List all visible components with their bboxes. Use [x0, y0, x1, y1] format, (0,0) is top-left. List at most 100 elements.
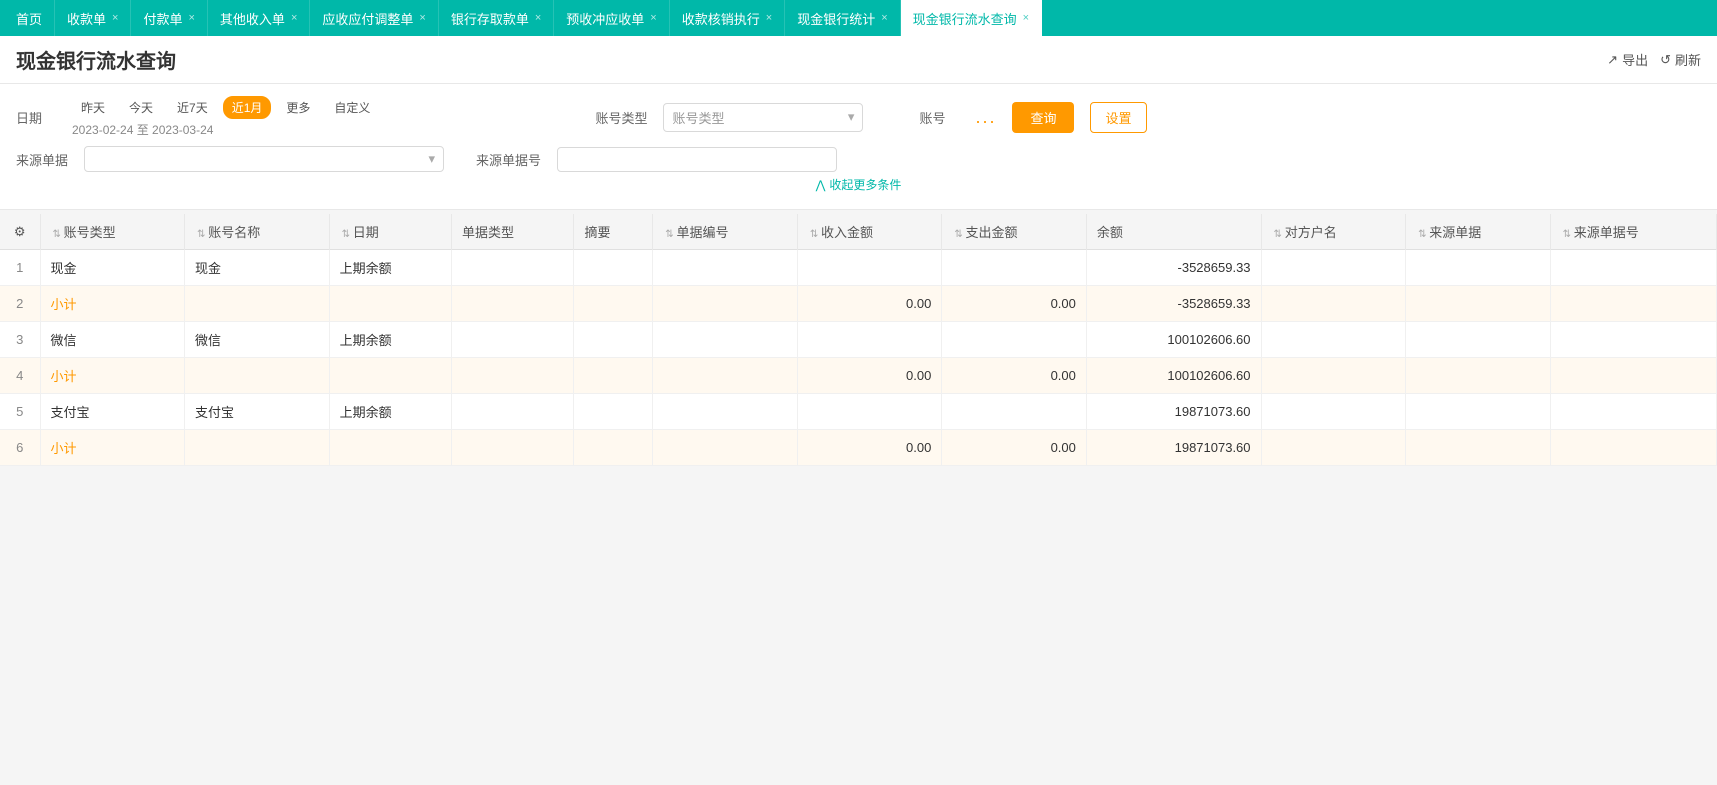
- cell-summary: [574, 250, 653, 286]
- cell-expense: [942, 394, 1087, 430]
- close-tab-icon[interactable]: ×: [291, 12, 297, 24]
- cell-doc_no: [653, 358, 798, 394]
- nav-item-首页[interactable]: 首页: [4, 0, 55, 36]
- cell-summary: [574, 286, 653, 322]
- close-tab-icon[interactable]: ×: [188, 12, 194, 24]
- cell-source_doc: [1406, 358, 1551, 394]
- cell-doc_type: [452, 394, 574, 430]
- more-options-dots[interactable]: ...: [975, 107, 996, 128]
- cell-account_name: 现金: [185, 250, 330, 286]
- nav-item-其他收入单[interactable]: 其他收入单×: [208, 0, 310, 36]
- cell-income: [797, 394, 942, 430]
- date-btn-自定义[interactable]: 自定义: [325, 96, 379, 119]
- sort-icon: ⇅: [954, 229, 965, 240]
- sort-icon: ⇅: [810, 229, 821, 240]
- cell-balance: -3528659.33: [1086, 286, 1261, 322]
- col-header-counterparty[interactable]: ⇅ 对方户名: [1261, 214, 1406, 250]
- col-header-account_type[interactable]: ⇅ 账号类型: [40, 214, 185, 250]
- col-header-expense[interactable]: ⇅ 支出金额: [942, 214, 1087, 250]
- close-tab-icon[interactable]: ×: [419, 12, 425, 24]
- date-btn-近7天[interactable]: 近7天: [168, 96, 217, 119]
- close-tab-icon[interactable]: ×: [1023, 12, 1029, 24]
- nav-item-付款单[interactable]: 付款单×: [131, 0, 207, 36]
- cell-account_type: 现金: [40, 250, 185, 286]
- account-type-select[interactable]: 账号类型 ▾: [663, 103, 863, 132]
- date-btn-更多[interactable]: 更多: [277, 96, 319, 119]
- cell-balance: -3528659.33: [1086, 250, 1261, 286]
- gear-icon[interactable]: ⚙: [14, 224, 26, 239]
- nav-item-收款单[interactable]: 收款单×: [55, 0, 131, 36]
- close-tab-icon[interactable]: ×: [535, 12, 541, 24]
- nav-item-收款核销执行[interactable]: 收款核销执行×: [670, 0, 785, 36]
- filter-row-source: 来源单据 ▾ 来源单据号: [16, 146, 1701, 172]
- nav-item-应收应付调整单[interactable]: 应收应付调整单×: [310, 0, 438, 36]
- cell-account_type: 支付宝: [40, 394, 185, 430]
- header-actions: ↗ 导出 ↺ 刷新: [1607, 50, 1701, 69]
- cell-account_name: [185, 286, 330, 322]
- cell-doc_type: [452, 430, 574, 466]
- cell-counterparty: [1261, 286, 1406, 322]
- cell-doc_no: [653, 322, 798, 358]
- collapse-conditions-bar[interactable]: ⋀ 收起更多条件: [16, 172, 1701, 197]
- col-header-source_doc_no[interactable]: ⇅ 来源单据号: [1550, 214, 1716, 250]
- cell-counterparty: [1261, 250, 1406, 286]
- table-row: 4小计0.000.00100102606.60: [0, 358, 1717, 394]
- cell-summary: [574, 430, 653, 466]
- date-btn-今天[interactable]: 今天: [120, 96, 162, 119]
- close-tab-icon[interactable]: ×: [650, 12, 656, 24]
- col-header-doc_no[interactable]: ⇅ 单据编号: [653, 214, 798, 250]
- export-label: 导出: [1622, 50, 1648, 69]
- cell-index: 3: [0, 322, 40, 358]
- cell-account_name: 微信: [185, 322, 330, 358]
- cell-source_doc_no: [1550, 394, 1716, 430]
- col-header-account_name[interactable]: ⇅ 账号名称: [185, 214, 330, 250]
- cell-source_doc_no: [1550, 358, 1716, 394]
- cell-date: [329, 358, 451, 394]
- col-header-date[interactable]: ⇅ 日期: [329, 214, 451, 250]
- sort-icon: ⇅: [342, 229, 353, 240]
- sort-icon: ⇅: [1418, 229, 1429, 240]
- close-tab-icon[interactable]: ×: [766, 12, 772, 24]
- cell-index: 2: [0, 286, 40, 322]
- export-icon: ↗: [1607, 52, 1618, 68]
- refresh-icon: ↺: [1660, 52, 1671, 68]
- cell-source_doc: [1406, 394, 1551, 430]
- collapse-label: 收起更多条件: [829, 176, 901, 193]
- nav-item-银行存取款单[interactable]: 银行存取款单×: [439, 0, 554, 36]
- refresh-button[interactable]: ↺ 刷新: [1660, 50, 1701, 69]
- source-doc-select[interactable]: ▾: [84, 146, 444, 172]
- date-btn-昨天[interactable]: 昨天: [72, 96, 114, 119]
- source-doc-no-input[interactable]: [557, 147, 837, 172]
- cell-account_type: 小计: [40, 430, 185, 466]
- col-header-index: ⚙: [0, 214, 40, 250]
- col-header-source_doc[interactable]: ⇅ 来源单据: [1406, 214, 1551, 250]
- nav-item-现金银行流水查询[interactable]: 现金银行流水查询×: [901, 0, 1042, 36]
- nav-item-预收冲应收单[interactable]: 预收冲应收单×: [554, 0, 669, 36]
- cell-doc_no: [653, 394, 798, 430]
- table-header: ⚙⇅ 账号类型⇅ 账号名称⇅ 日期单据类型摘要⇅ 单据编号⇅ 收入金额⇅ 支出金…: [0, 214, 1717, 250]
- cell-date: 上期余额: [329, 322, 451, 358]
- cell-counterparty: [1261, 430, 1406, 466]
- cell-source_doc: [1406, 430, 1551, 466]
- col-header-balance: 余额: [1086, 214, 1261, 250]
- table-row: 1现金现金上期余额-3528659.33: [0, 250, 1717, 286]
- filter-row-date: 日期 昨天今天近7天近1月更多自定义 2023-02-24 至 2023-03-…: [16, 96, 1701, 138]
- close-tab-icon[interactable]: ×: [881, 12, 887, 24]
- cell-counterparty: [1261, 322, 1406, 358]
- settings-button[interactable]: 设置: [1090, 102, 1146, 133]
- cell-expense: 0.00: [942, 430, 1087, 466]
- nav-item-现金银行统计[interactable]: 现金银行统计×: [785, 0, 900, 36]
- cell-account_name: [185, 430, 330, 466]
- col-header-income[interactable]: ⇅ 收入金额: [797, 214, 942, 250]
- cell-balance: 100102606.60: [1086, 322, 1261, 358]
- sort-icon: ⇅: [1274, 229, 1285, 240]
- page-title: 现金银行流水查询: [16, 45, 176, 74]
- close-tab-icon[interactable]: ×: [112, 12, 118, 24]
- cell-summary: [574, 394, 653, 430]
- date-btn-近1月[interactable]: 近1月: [223, 96, 272, 119]
- cell-income: 0.00: [797, 358, 942, 394]
- query-button[interactable]: 查询: [1012, 102, 1074, 133]
- cell-index: 6: [0, 430, 40, 466]
- export-button[interactable]: ↗ 导出: [1607, 50, 1648, 69]
- cell-date: [329, 286, 451, 322]
